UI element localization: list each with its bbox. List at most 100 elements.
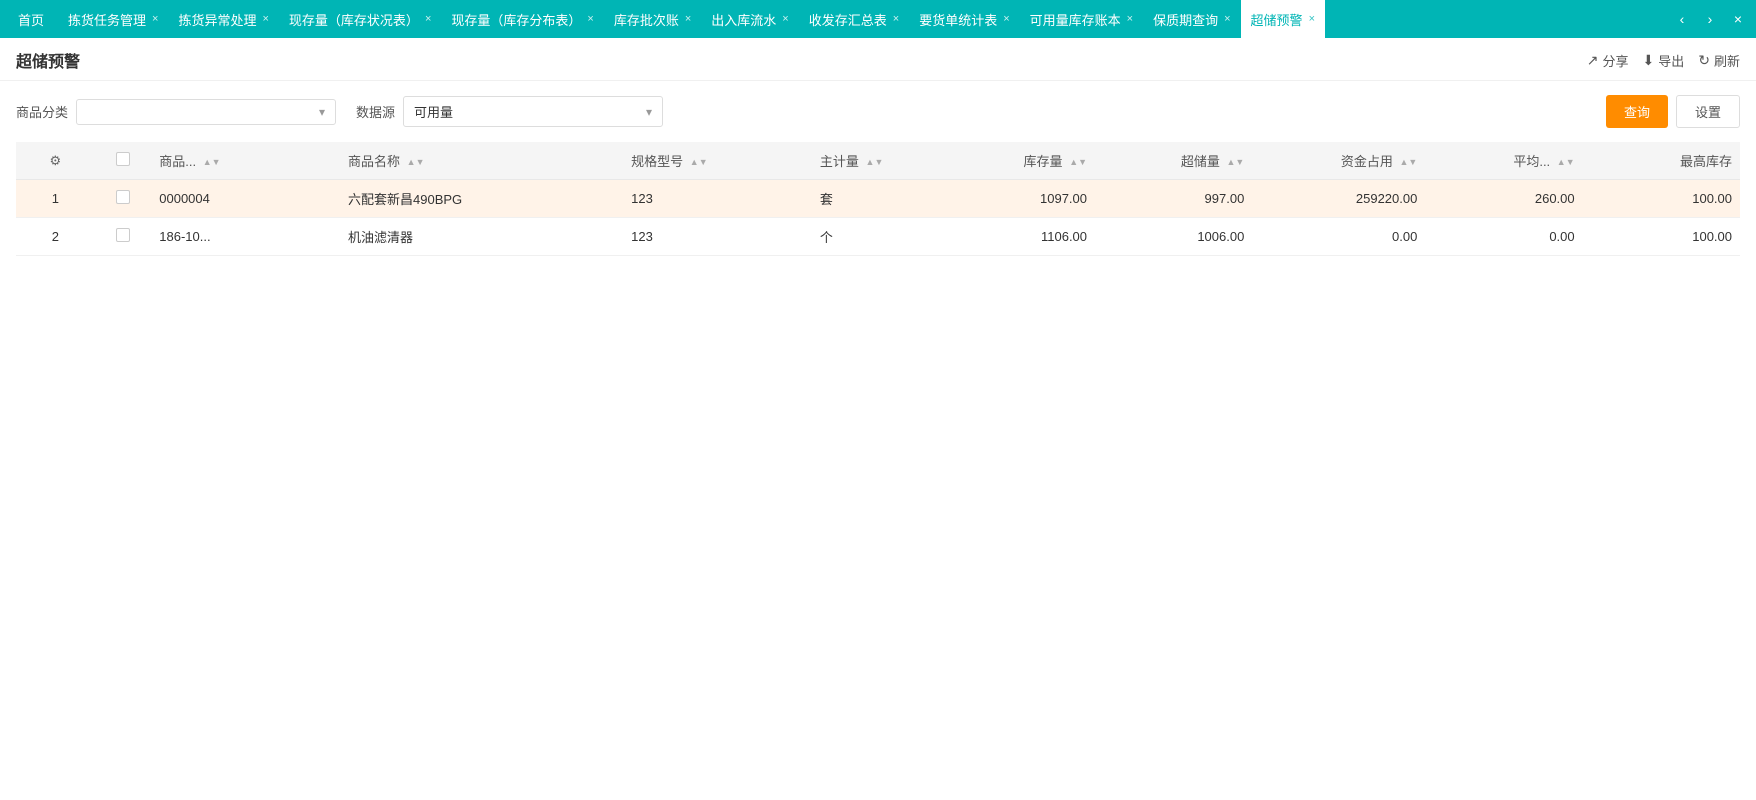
col-code-label: 商品... bbox=[159, 154, 196, 169]
col-avg-label: 平均... bbox=[1513, 154, 1550, 169]
nav-close-arrow[interactable]: × bbox=[1724, 0, 1752, 38]
share-label: 分享 bbox=[1602, 51, 1628, 70]
nav-tab-close-4[interactable]: × bbox=[685, 13, 691, 25]
sort-icon-avg[interactable]: ▲▼ bbox=[1557, 158, 1575, 167]
nav-tab-close-1[interactable]: × bbox=[262, 13, 268, 25]
nav-tab-1[interactable]: 拣货异常处理 × bbox=[168, 0, 278, 38]
nav-tab-label-7: 要货单统计表 bbox=[919, 10, 997, 29]
col-name-label: 商品名称 bbox=[348, 154, 400, 169]
nav-tab-label-3: 现存量（库存分布表） bbox=[451, 10, 581, 29]
nav-tab-close-2[interactable]: × bbox=[425, 13, 431, 25]
sort-icon-over[interactable]: ▲▼ bbox=[1226, 158, 1244, 167]
nav-tab-9[interactable]: 保质期查询 × bbox=[1143, 0, 1240, 38]
export-button[interactable]: ⬇ 导出 bbox=[1643, 51, 1685, 70]
nav-tab-close-7[interactable]: × bbox=[1003, 13, 1009, 25]
nav-tab-close-6[interactable]: × bbox=[893, 13, 899, 25]
col-capital-label: 资金占用 bbox=[1341, 154, 1393, 169]
settings-button[interactable]: 设置 bbox=[1676, 95, 1740, 128]
nav-home[interactable]: 首页 bbox=[4, 10, 58, 29]
chevron-down-icon: ▾ bbox=[319, 105, 325, 119]
select-all-checkbox[interactable] bbox=[116, 152, 130, 166]
nav-tab-10[interactable]: 超储预警 × bbox=[1241, 0, 1325, 38]
table-row[interactable]: 1 0000004 六配套新昌490BPG 123 套 1097.00 997.… bbox=[16, 180, 1740, 218]
nav-tab-close-0[interactable]: × bbox=[152, 13, 158, 25]
sort-icon-unit[interactable]: ▲▼ bbox=[866, 158, 884, 167]
nav-tab-3[interactable]: 现存量（库存分布表） × bbox=[441, 0, 603, 38]
gear-icon[interactable]: ⚙ bbox=[49, 153, 61, 168]
col-settings-icon[interactable]: ⚙ bbox=[16, 142, 95, 180]
col-header-code[interactable]: 商品... ▲▼ bbox=[151, 142, 340, 180]
col-header-unit[interactable]: 主计量 ▲▼ bbox=[812, 142, 938, 180]
col-header-avg[interactable]: 平均... ▲▼ bbox=[1425, 142, 1582, 180]
row-select-checkbox-0[interactable] bbox=[116, 190, 130, 204]
nav-tab-6[interactable]: 收发存汇总表 × bbox=[799, 0, 909, 38]
col-stock-label: 库存量 bbox=[1024, 154, 1063, 169]
nav-next-arrow[interactable]: › bbox=[1696, 0, 1724, 38]
row-code-0: 0000004 bbox=[151, 180, 340, 218]
refresh-icon: ↻ bbox=[1698, 52, 1710, 69]
datasource-select-value: 可用量 bbox=[414, 102, 638, 121]
table-container: ⚙ 商品... ▲▼ 商品名称 ▲▼ 规格型号 ▲▼ 主计 bbox=[0, 142, 1756, 256]
col-header-max[interactable]: 最高库存 bbox=[1583, 142, 1740, 180]
nav-tab-5[interactable]: 出入库流水 × bbox=[701, 0, 798, 38]
nav-tab-close-8[interactable]: × bbox=[1127, 13, 1133, 25]
col-header-checkbox[interactable] bbox=[95, 142, 152, 180]
row-unit-1: 个 bbox=[812, 218, 938, 256]
category-filter: 商品分类 ▾ bbox=[16, 99, 336, 125]
filter-area: 商品分类 ▾ 数据源 可用量 ▾ 查询 设置 bbox=[0, 81, 1756, 142]
row-capital-0: 259220.00 bbox=[1252, 180, 1425, 218]
nav-tab-7[interactable]: 要货单统计表 × bbox=[909, 0, 1019, 38]
col-header-stock[interactable]: 库存量 ▲▼ bbox=[938, 142, 1095, 180]
share-button[interactable]: ↗ 分享 bbox=[1587, 51, 1629, 70]
datasource-filter: 数据源 可用量 ▾ bbox=[356, 96, 663, 127]
sort-icon-stock[interactable]: ▲▼ bbox=[1069, 158, 1087, 167]
col-header-spec[interactable]: 规格型号 ▲▼ bbox=[623, 142, 812, 180]
category-select[interactable]: ▾ bbox=[76, 99, 336, 125]
nav-tab-close-5[interactable]: × bbox=[782, 13, 788, 25]
row-spec-0: 123 bbox=[623, 180, 812, 218]
header-actions: ↗ 分享 ⬇ 导出 ↻ 刷新 bbox=[1587, 51, 1740, 70]
nav-tab-close-10[interactable]: × bbox=[1309, 13, 1315, 25]
sort-icon-code[interactable]: ▲▼ bbox=[203, 158, 221, 167]
sort-icon-name[interactable]: ▲▼ bbox=[407, 158, 425, 167]
col-header-capital[interactable]: 资金占用 ▲▼ bbox=[1252, 142, 1425, 180]
col-header-over[interactable]: 超储量 ▲▼ bbox=[1095, 142, 1252, 180]
nav-tab-label-0: 拣货任务管理 bbox=[68, 10, 146, 29]
nav-tab-close-9[interactable]: × bbox=[1224, 13, 1230, 25]
nav-tab-label-4: 库存批次账 bbox=[614, 10, 679, 29]
sort-icon-spec[interactable]: ▲▼ bbox=[690, 158, 708, 167]
row-index-0: 1 bbox=[16, 180, 95, 218]
row-code-1: 186-10... bbox=[151, 218, 340, 256]
datasource-select[interactable]: 可用量 ▾ bbox=[403, 96, 663, 127]
refresh-button[interactable]: ↻ 刷新 bbox=[1698, 51, 1740, 70]
page-header: 超储预警 ↗ 分享 ⬇ 导出 ↻ 刷新 bbox=[0, 38, 1756, 81]
export-icon: ⬇ bbox=[1643, 52, 1655, 69]
row-unit-0: 套 bbox=[812, 180, 938, 218]
nav-tab-2[interactable]: 现存量（库存状况表） × bbox=[279, 0, 441, 38]
nav-tab-label-9: 保质期查询 bbox=[1153, 10, 1218, 29]
row-capital-1: 0.00 bbox=[1252, 218, 1425, 256]
nav-tab-label-10: 超储预警 bbox=[1251, 10, 1303, 29]
table-row[interactable]: 2 186-10... 机油滤清器 123 个 1106.00 1006.00 … bbox=[16, 218, 1740, 256]
nav-tab-close-3[interactable]: × bbox=[587, 13, 593, 25]
col-header-name[interactable]: 商品名称 ▲▼ bbox=[340, 142, 623, 180]
col-max-label: 最高库存 bbox=[1680, 154, 1732, 169]
nav-tab-4[interactable]: 库存批次账 × bbox=[604, 0, 701, 38]
nav-prev-arrow[interactable]: ‹ bbox=[1668, 0, 1696, 38]
sort-icon-capital[interactable]: ▲▼ bbox=[1400, 158, 1418, 167]
row-name-0: 六配套新昌490BPG bbox=[340, 180, 623, 218]
nav-tab-8[interactable]: 可用量库存账本 × bbox=[1020, 0, 1143, 38]
query-button[interactable]: 查询 bbox=[1606, 95, 1668, 128]
table-header-row: ⚙ 商品... ▲▼ 商品名称 ▲▼ 规格型号 ▲▼ 主计 bbox=[16, 142, 1740, 180]
row-checkbox-0[interactable] bbox=[95, 180, 152, 218]
filter-actions: 查询 设置 bbox=[1606, 95, 1740, 128]
row-name-1: 机油滤清器 bbox=[340, 218, 623, 256]
nav-tab-0[interactable]: 拣货任务管理 × bbox=[58, 0, 168, 38]
table-body: 1 0000004 六配套新昌490BPG 123 套 1097.00 997.… bbox=[16, 180, 1740, 256]
row-index-1: 2 bbox=[16, 218, 95, 256]
nav-tab-label-5: 出入库流水 bbox=[711, 10, 776, 29]
export-label: 导出 bbox=[1658, 51, 1684, 70]
row-spec-1: 123 bbox=[623, 218, 812, 256]
row-checkbox-1[interactable] bbox=[95, 218, 152, 256]
row-select-checkbox-1[interactable] bbox=[116, 228, 130, 242]
